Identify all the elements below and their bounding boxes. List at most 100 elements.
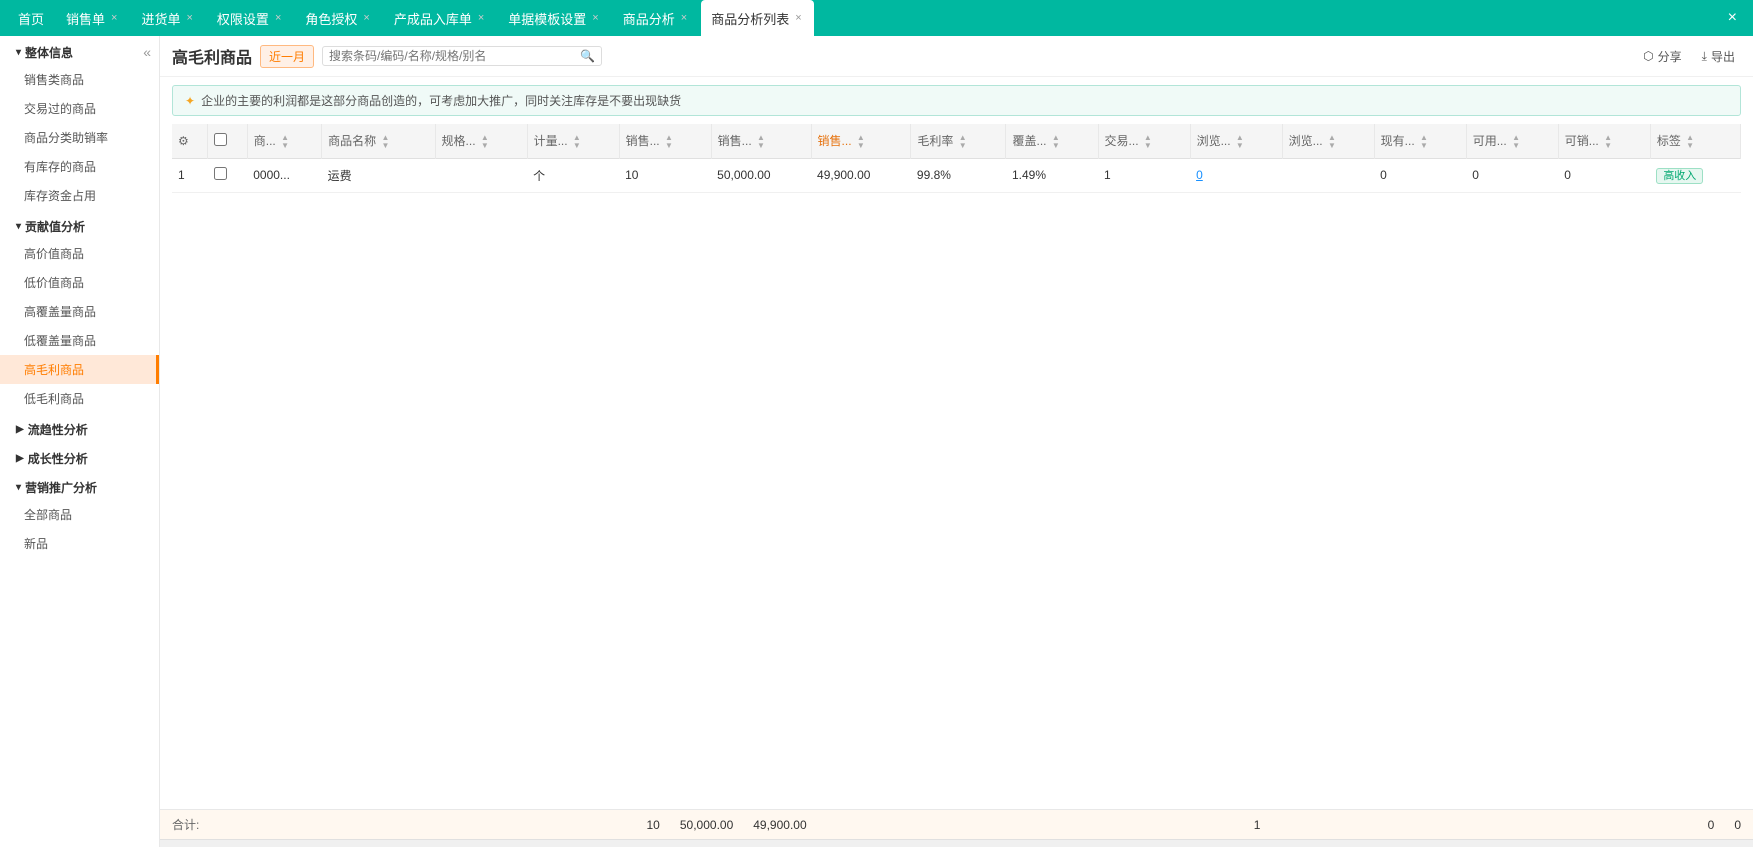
col-stock-avail[interactable]: 可用... ▲▼	[1466, 124, 1558, 158]
info-banner: ✦ 企业的主要的利润都是这部分商品创造的，可考虑加大推广，同时关注库存是不要出现…	[172, 85, 1741, 116]
sort-icon: ▲▼	[1686, 134, 1694, 150]
sort-icon: ▲▼	[665, 134, 673, 150]
nav-production-inbound[interactable]: 产成品入库单 ×	[384, 0, 496, 36]
nav-template-settings[interactable]: 单据模板设置 ×	[498, 0, 610, 36]
close-icon[interactable]: ×	[590, 12, 600, 24]
cell-stock-sale: 0	[1558, 158, 1650, 192]
col-coverage[interactable]: 覆盖... ▲▼	[1006, 124, 1098, 158]
sidebar-group-growth[interactable]: ▶ 成长性分析	[0, 442, 159, 471]
page-title: 高毛利商品	[172, 44, 252, 68]
footer-summary: 合计: 10 50,000.00 49,900.00 1 0 0	[160, 809, 1753, 839]
col-sales-cost[interactable]: 销售... ▲▼	[811, 124, 911, 158]
share-icon: ⬡	[1643, 49, 1653, 63]
sidebar-item-in-stock-products[interactable]: 有库存的商品	[0, 152, 159, 181]
info-icon: ✦	[185, 94, 195, 108]
close-icon[interactable]: ×	[679, 12, 689, 24]
sidebar-item-high-coverage[interactable]: 高覆盖量商品	[0, 297, 159, 326]
nav-sales-order[interactable]: 销售单 ×	[56, 0, 129, 36]
sidebar-item-traded-products[interactable]: 交易过的商品	[0, 94, 159, 123]
col-stock-sale[interactable]: 可销... ▲▼	[1558, 124, 1650, 158]
col-spec[interactable]: 规格... ▲▼	[435, 124, 527, 158]
close-icon[interactable]: ×	[476, 12, 486, 24]
sidebar-item-all-products[interactable]: 全部商品	[0, 500, 159, 529]
sidebar-item-inventory-capital[interactable]: 库存资金占用	[0, 181, 159, 210]
sort-icon: ▲▼	[1144, 134, 1152, 150]
close-icon[interactable]: ×	[273, 12, 283, 24]
col-trade[interactable]: 交易... ▲▼	[1098, 124, 1190, 158]
sidebar-group-marketing[interactable]: ▾ 营销推广分析	[0, 471, 159, 500]
sidebar-item-high-value[interactable]: 高价值商品	[0, 239, 159, 268]
select-all-checkbox[interactable]	[214, 133, 227, 146]
cell-checkbox[interactable]	[208, 158, 248, 192]
sidebar-item-low-coverage[interactable]: 低覆盖量商品	[0, 326, 159, 355]
close-icon[interactable]: ×	[109, 12, 119, 24]
close-icon[interactable]: ×	[361, 12, 371, 24]
col-sales-amt[interactable]: 销售... ▲▼	[711, 124, 811, 158]
sidebar-item-low-margin[interactable]: 低毛利商品	[0, 384, 159, 413]
col-tag[interactable]: 标签 ▲▼	[1650, 124, 1740, 158]
sidebar-item-sales-products[interactable]: 销售类商品	[0, 65, 159, 94]
row-checkbox[interactable]	[214, 167, 227, 180]
footer-stock-avail: 0	[1734, 818, 1741, 832]
search-input[interactable]	[329, 49, 576, 63]
period-button[interactable]: 近一月	[260, 45, 314, 68]
nav-home[interactable]: 首页	[8, 0, 54, 36]
sort-icon: ▲▼	[481, 134, 489, 150]
footer-trade: 1	[1254, 818, 1261, 832]
nav-purchase-order[interactable]: 进货单 ×	[131, 0, 204, 36]
nav-product-analysis-list[interactable]: 商品分析列表 ×	[701, 0, 813, 36]
sidebar-item-category-sales-rate[interactable]: 商品分类助销率	[0, 123, 159, 152]
sidebar-item-low-value[interactable]: 低价值商品	[0, 268, 159, 297]
close-all-tabs[interactable]: ×	[1720, 9, 1745, 27]
close-icon[interactable]: ×	[184, 12, 194, 24]
footer-stock-current: 0	[1708, 818, 1715, 832]
expand-arrow-icon: ▾	[16, 221, 21, 232]
col-view1[interactable]: 浏览... ▲▼	[1190, 124, 1282, 158]
close-icon[interactable]: ×	[793, 12, 803, 24]
sort-icon: ▲▼	[959, 134, 967, 150]
sort-icon: ▲▼	[1052, 134, 1060, 150]
cell-trade: 1	[1098, 158, 1190, 192]
nav-product-analysis[interactable]: 商品分析 ×	[613, 0, 699, 36]
sidebar-collapse-button[interactable]: «	[143, 44, 151, 60]
sidebar: « ▾ 整体信息 销售类商品 交易过的商品 商品分类助销率 有库存的商品 库存资…	[0, 36, 160, 847]
sidebar-group-contribution[interactable]: ▾ 贡献值分析	[0, 210, 159, 239]
col-stock-current[interactable]: 现有... ▲▼	[1374, 124, 1466, 158]
sort-icon: ▲▼	[757, 134, 765, 150]
export-button[interactable]: ⤓ 导出	[1696, 46, 1741, 67]
col-name[interactable]: 商品名称 ▲▼	[322, 124, 435, 158]
cell-sales-amt: 50,000.00	[711, 158, 811, 192]
nav-role-auth[interactable]: 角色授权 ×	[295, 0, 381, 36]
horizontal-scrollbar[interactable]	[160, 839, 1753, 847]
sidebar-item-new-products[interactable]: 新品	[0, 529, 159, 558]
header-actions: ⬡ 分享 ⤓ 导出	[1637, 46, 1741, 67]
cell-tag: 高收入	[1650, 158, 1740, 192]
cell-unit: 个	[527, 158, 619, 192]
nav-permission[interactable]: 权限设置 ×	[207, 0, 293, 36]
cell-name: 运费	[322, 158, 435, 192]
share-button[interactable]: ⬡ 分享	[1637, 46, 1688, 67]
sidebar-item-high-margin[interactable]: 高毛利商品	[0, 355, 159, 384]
col-view2[interactable]: 浏览... ▲▼	[1282, 124, 1374, 158]
sort-icon: ▲▼	[1236, 134, 1244, 150]
col-code[interactable]: 商... ▲▼	[247, 124, 321, 158]
col-sales-qty[interactable]: 销售... ▲▼	[619, 124, 711, 158]
status-badge: 高收入	[1656, 168, 1703, 184]
sidebar-group-trend[interactable]: ▶ 流趋性分析	[0, 413, 159, 442]
expand-arrow-icon: ▾	[16, 47, 21, 58]
export-icon: ⤓	[1702, 49, 1707, 64]
sort-icon: ▲▼	[1328, 134, 1336, 150]
cell-gross-rate: 99.8%	[911, 158, 1006, 192]
col-gross-rate[interactable]: 毛利率 ▲▼	[911, 124, 1006, 158]
cell-stock-current: 0	[1374, 158, 1466, 192]
col-settings[interactable]: ⚙	[172, 124, 208, 158]
cell-view1[interactable]: 0	[1190, 158, 1282, 192]
main-layout: « ▾ 整体信息 销售类商品 交易过的商品 商品分类助销率 有库存的商品 库存资…	[0, 36, 1753, 847]
sidebar-group-overall[interactable]: ▾ 整体信息	[0, 36, 159, 65]
col-unit[interactable]: 计量... ▲▼	[527, 124, 619, 158]
sort-icon: ▲▼	[381, 134, 389, 150]
col-checkbox[interactable]	[208, 124, 248, 158]
search-icon[interactable]: 🔍	[580, 49, 595, 63]
sort-icon: ▲▼	[281, 134, 289, 150]
footer-sales-cost: 49,900.00	[753, 818, 806, 832]
